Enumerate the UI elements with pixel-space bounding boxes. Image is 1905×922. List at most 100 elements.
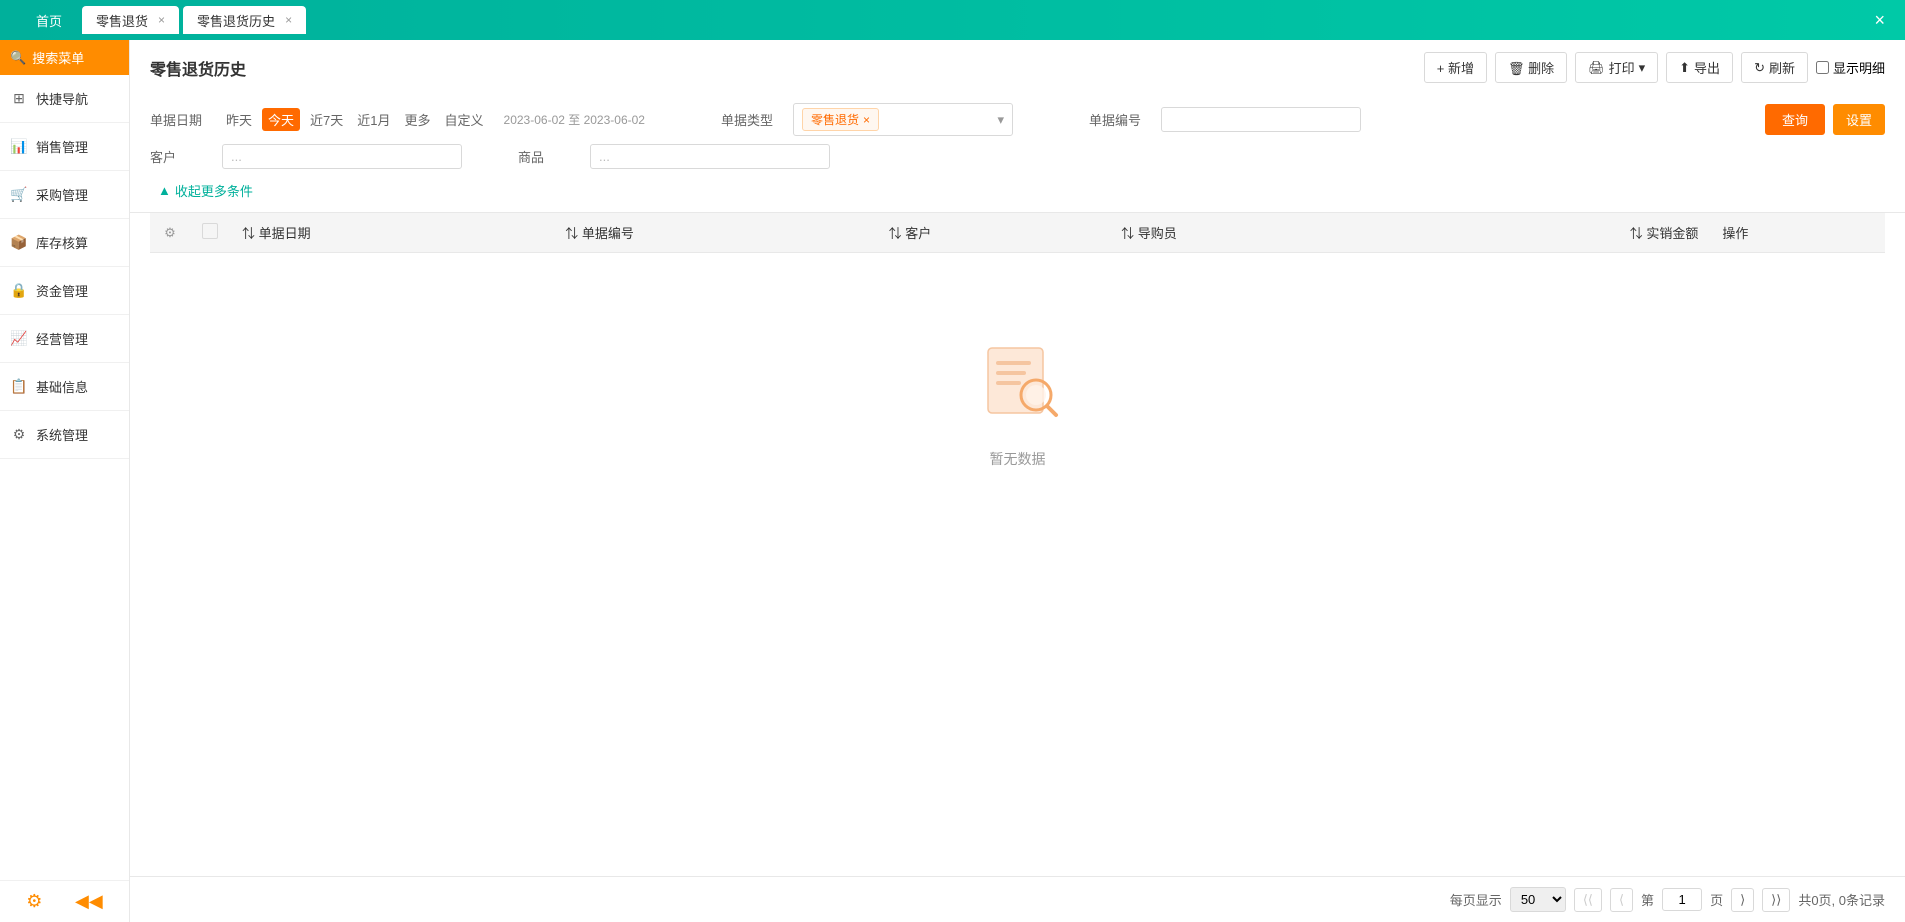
- data-table: ⚙ ⇅ 单据日期 ⇅ 单据编号 ⇅ 客户: [150, 213, 1885, 253]
- customer-filter-input[interactable]: ...: [222, 144, 462, 169]
- settings-icon: ⚙: [164, 225, 176, 240]
- date-option-last7[interactable]: 近7天: [306, 108, 347, 131]
- main-content: 零售退货历史 + 新增 🗑 删除 🖨 打印 ▾ ⬆ 导出 ↻: [130, 40, 1905, 922]
- toolbar: + 新增 🗑 删除 🖨 打印 ▾ ⬆ 导出 ↻ 刷新: [1424, 52, 1885, 83]
- window-close-button[interactable]: ×: [1864, 10, 1895, 31]
- close-tab-retail-return-history[interactable]: ×: [285, 13, 292, 27]
- date-filter-label: 单据日期: [150, 110, 206, 129]
- goods-filter-input[interactable]: ...: [590, 144, 830, 169]
- sidebar-item-basic-info[interactable]: 📋 基础信息: [0, 363, 129, 411]
- date-options: 昨天 今天 近7天 近1月 更多 自定义: [222, 108, 488, 131]
- th-date[interactable]: ⇅ 单据日期: [230, 213, 553, 253]
- sidebar-item-system-mgmt[interactable]: ⚙ 系统管理: [0, 411, 129, 459]
- date-option-yesterday[interactable]: 昨天: [222, 108, 256, 131]
- goods-filter-label: 商品: [518, 147, 574, 166]
- sidebar-item-operations[interactable]: 📈 经营管理: [0, 315, 129, 363]
- sidebar-bottom: ⚙ ◀◀: [0, 880, 129, 922]
- page-prev-btn[interactable]: ⟨: [1610, 888, 1633, 912]
- type-tag-close[interactable]: ×: [863, 113, 870, 127]
- filter-row-customer: 客户 ... 商品 ...: [150, 144, 1885, 169]
- basic-info-icon: 📋: [10, 378, 28, 396]
- empty-text: 暂无数据: [990, 449, 1046, 469]
- print-icon: 🖨: [1588, 60, 1605, 76]
- date-option-more[interactable]: 更多: [401, 108, 435, 131]
- page-size-label: 每页显示: [1450, 890, 1502, 909]
- date-range-value: 2023-06-02 至 2023-06-02: [504, 111, 645, 128]
- date-option-last1m[interactable]: 近1月: [353, 108, 394, 131]
- export-icon: ⬆: [1679, 60, 1690, 76]
- sales-icon: 📊: [10, 138, 28, 156]
- print-dropdown-icon: ▾: [1639, 60, 1646, 76]
- new-button[interactable]: + 新增: [1424, 52, 1487, 83]
- tab-list: 首页 零售退货 × 零售退货历史 ×: [20, 0, 1864, 40]
- date-option-custom[interactable]: 自定义: [441, 108, 488, 131]
- quick-nav-icon: ⊞: [10, 90, 28, 108]
- sidebar-item-finance[interactable]: 🔒 资金管理: [0, 267, 129, 315]
- filter-area: 单据日期 昨天 今天 近7天 近1月 更多 自定义 2023-06-02 至 2…: [150, 95, 1885, 204]
- empty-state: 暂无数据: [150, 253, 1885, 549]
- inventory-icon: 📦: [10, 234, 28, 252]
- page-title: 零售退货历史: [150, 56, 246, 80]
- query-button[interactable]: 查询: [1765, 104, 1825, 135]
- page-title-row: 零售退货历史 + 新增 🗑 删除 🖨 打印 ▾ ⬆ 导出 ↻: [150, 52, 1885, 83]
- display-detail-checkbox[interactable]: [1816, 61, 1829, 74]
- finance-icon: 🔒: [10, 282, 28, 300]
- refresh-button[interactable]: ↻ 刷新: [1741, 52, 1808, 83]
- operations-icon: 📈: [10, 330, 28, 348]
- tab-home[interactable]: 首页: [20, 0, 78, 40]
- page-size-select[interactable]: 50 10 20 100: [1510, 887, 1566, 912]
- table-wrap: ⚙ ⇅ 单据日期 ⇅ 单据编号 ⇅ 客户: [130, 213, 1905, 876]
- refresh-icon: ↻: [1754, 60, 1765, 76]
- page-suffix: 页: [1710, 890, 1723, 909]
- th-settings[interactable]: ⚙: [150, 213, 190, 253]
- voucher-filter-label: 单据编号: [1089, 110, 1145, 129]
- type-filter-select[interactable]: 零售退货 × ▾: [793, 103, 1013, 136]
- print-button[interactable]: 🖨 打印 ▾: [1575, 52, 1658, 83]
- customer-filter-label: 客户: [150, 147, 206, 166]
- sidebar-audio-icon[interactable]: ◀◀: [75, 891, 103, 912]
- filter-row-date: 单据日期 昨天 今天 近7天 近1月 更多 自定义 2023-06-02 至 2…: [150, 103, 1885, 136]
- total-info: 共0页, 0条记录: [1798, 890, 1885, 909]
- sidebar-item-purchase-mgmt[interactable]: 🛒 采购管理: [0, 171, 129, 219]
- tab-retail-return-history[interactable]: 零售退货历史 ×: [183, 6, 306, 34]
- select-all-checkbox[interactable]: [202, 223, 218, 239]
- close-tab-retail-return[interactable]: ×: [158, 13, 165, 27]
- page-input[interactable]: [1662, 888, 1702, 911]
- sidebar: 🔍 搜索菜单 ⊞ 快捷导航 📊 销售管理 🛒 采购管理 📦 库存核算 🔒 资金管…: [0, 40, 130, 922]
- th-number[interactable]: ⇅ 单据编号: [553, 213, 876, 253]
- top-bar: 首页 零售退货 × 零售退货历史 × ×: [0, 0, 1905, 40]
- delete-button[interactable]: 🗑 删除: [1495, 52, 1567, 83]
- page-first-btn[interactable]: ⟨⟨: [1574, 888, 1602, 912]
- th-action: 操作: [1710, 213, 1885, 253]
- purchase-icon: 🛒: [10, 186, 28, 204]
- page-header: 零售退货历史 + 新增 🗑 删除 🖨 打印 ▾ ⬆ 导出 ↻: [130, 40, 1905, 213]
- sidebar-search[interactable]: 🔍 搜索菜单: [0, 40, 129, 75]
- date-option-today[interactable]: 今天: [262, 108, 300, 131]
- sidebar-settings-icon[interactable]: ⚙: [26, 891, 42, 912]
- empty-icon: [968, 333, 1068, 433]
- system-icon: ⚙: [10, 426, 28, 444]
- type-dropdown-icon: ▾: [997, 112, 1004, 128]
- sidebar-item-sales-mgmt[interactable]: 📊 销售管理: [0, 123, 129, 171]
- th-customer[interactable]: ⇅ 客户: [877, 213, 1110, 253]
- page-last-btn[interactable]: ⟩⟩: [1762, 888, 1790, 912]
- collapse-icon: ▲: [158, 183, 171, 198]
- display-detail-checkbox-label[interactable]: 显示明细: [1816, 58, 1885, 77]
- page-next-btn[interactable]: ⟩: [1731, 888, 1754, 912]
- collapse-button[interactable]: ▲ 收起更多条件: [150, 177, 1885, 204]
- pagination-bar: 每页显示 50 10 20 100 ⟨⟨ ⟨ 第 页 ⟩ ⟩⟩ 共0页, 0条记…: [130, 876, 1905, 922]
- tab-retail-return[interactable]: 零售退货 ×: [82, 6, 179, 34]
- type-filter-label: 单据类型: [721, 110, 777, 129]
- th-guide[interactable]: ⇅ 导购员: [1109, 213, 1387, 253]
- export-button[interactable]: ⬆ 导出: [1666, 52, 1733, 83]
- th-amount[interactable]: ⇅ 实销金额: [1387, 213, 1710, 253]
- type-tag: 零售退货 ×: [802, 108, 879, 131]
- page-label: 第: [1641, 890, 1654, 909]
- sidebar-item-quick-nav[interactable]: ⊞ 快捷导航: [0, 75, 129, 123]
- th-checkbox[interactable]: [190, 213, 230, 253]
- settings-button[interactable]: 设置: [1833, 104, 1885, 135]
- search-icon: 🔍: [10, 50, 26, 66]
- voucher-filter-input[interactable]: [1161, 107, 1361, 132]
- sidebar-item-inventory[interactable]: 📦 库存核算: [0, 219, 129, 267]
- main-layout: 🔍 搜索菜单 ⊞ 快捷导航 📊 销售管理 🛒 采购管理 📦 库存核算 🔒 资金管…: [0, 40, 1905, 922]
